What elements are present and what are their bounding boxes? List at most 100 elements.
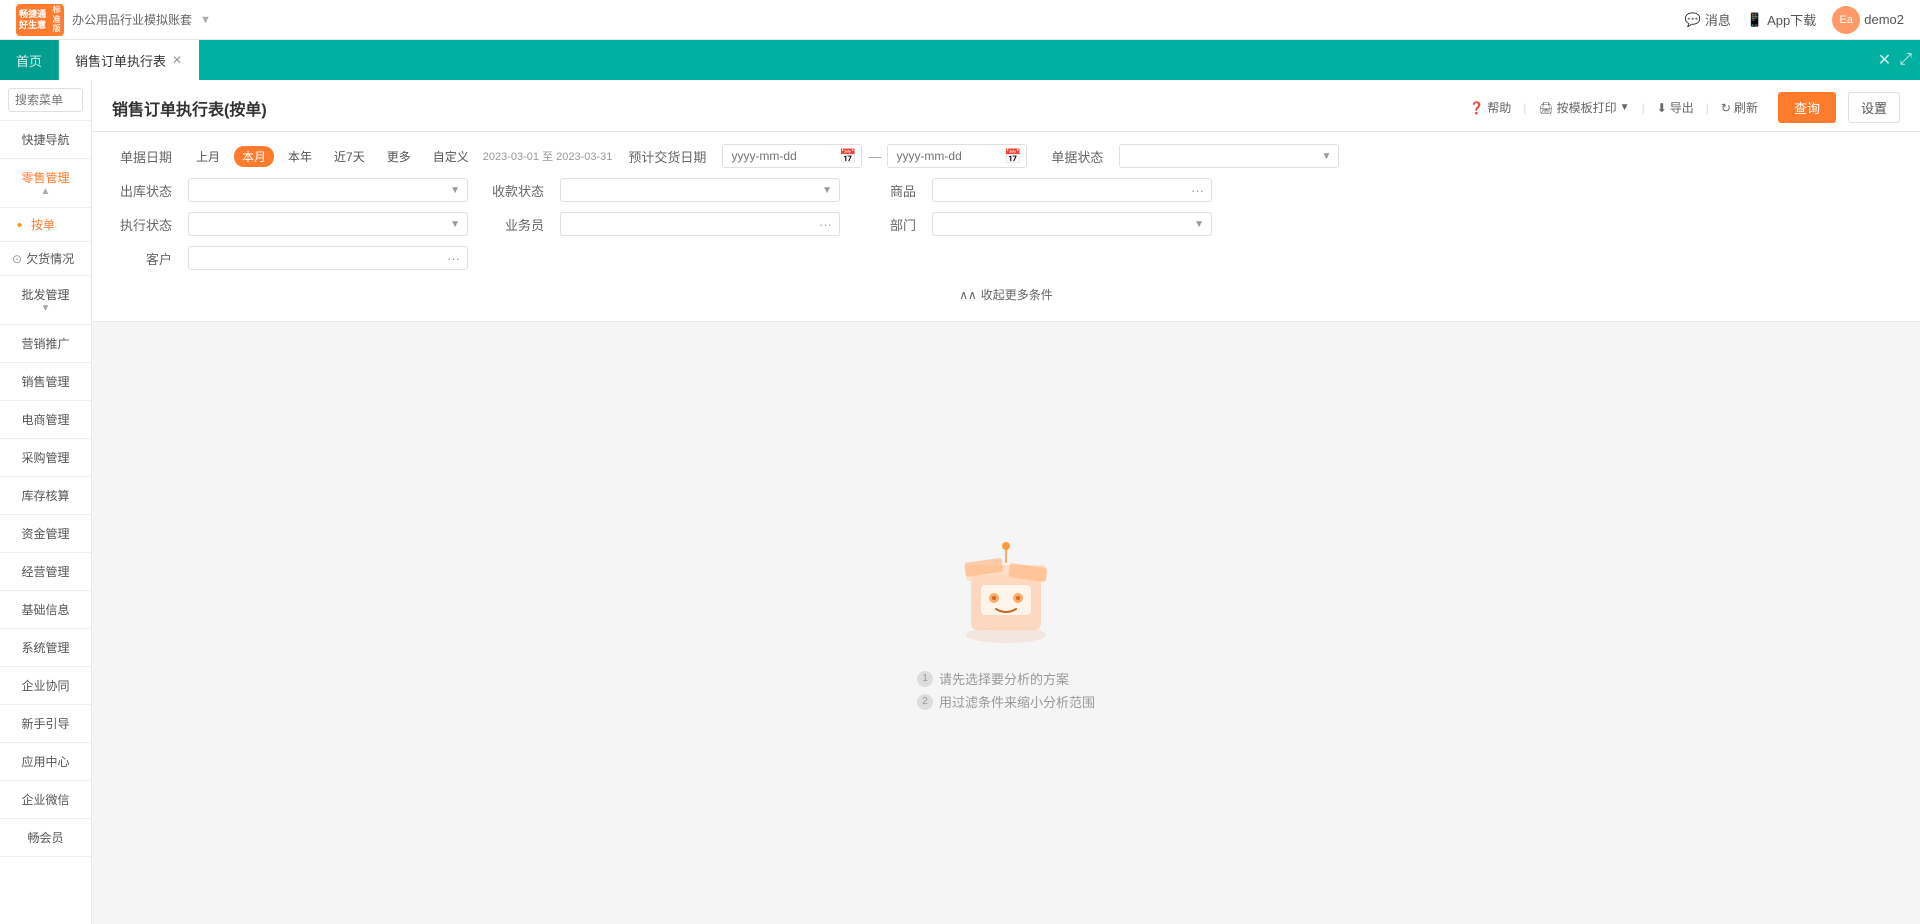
dept-field[interactable]: ▼ <box>932 212 1212 236</box>
empty-tip-2: 2 用过滤条件来缩小分析范围 <box>917 692 1095 711</box>
message-btn[interactable]: 💬 消息 <box>1685 10 1731 29</box>
sidebar-item-ecommerce[interactable]: 电商管理 <box>0 401 91 439</box>
expected-date-group: 📅 — 📅 <box>722 144 1027 168</box>
payment-status-label: 收款状态 <box>484 181 544 200</box>
sidebar-sub-item-by-order[interactable]: 🔸 按单 <box>0 208 91 242</box>
exec-status-field[interactable]: ▼ <box>188 212 468 236</box>
order-status-input[interactable] <box>1119 144 1339 168</box>
app-logo: 畅捷通好生意 标准版 <box>16 4 64 36</box>
calendar-icon-end[interactable]: 📅 <box>1004 148 1021 165</box>
goods-dots-icon[interactable]: ··· <box>1191 183 1204 198</box>
tab-close-icon[interactable]: ✕ <box>172 53 182 67</box>
sidebar-item-retail-mgmt[interactable]: 零售管理 ▲ <box>0 159 91 208</box>
export-icon: ⬇ <box>1657 101 1667 115</box>
delivery-status-label: 出库状态 <box>112 181 172 200</box>
window-expand-btn[interactable]: ⤢ <box>1899 51 1912 69</box>
tab-bar: 首页 销售订单执行表 ✕ ✕ ⤢ <box>0 40 1920 80</box>
customer-input[interactable] <box>188 246 468 270</box>
top-header: 畅捷通好生意 标准版 办公用品行业模拟账套 ▼ 💬 消息 📱 App下载 Ea … <box>0 0 1920 40</box>
filter-panel: 单据日期 上月 本月 本年 近7天 更多 自定义 2023-03-01 至 20… <box>92 132 1920 322</box>
print-btn[interactable]: 🖨 按模板打印 ▼ <box>1538 99 1629 116</box>
delivery-status-input[interactable] <box>188 178 468 202</box>
sidebar-item-basic-info[interactable]: 基础信息 <box>0 591 91 629</box>
header-right: 💬 消息 📱 App下载 Ea demo2 <box>1685 6 1904 34</box>
settings-button[interactable]: 设置 <box>1848 92 1900 123</box>
date-btn-custom[interactable]: 自定义 <box>425 146 477 167</box>
date-start-field: 📅 <box>722 144 862 168</box>
avatar: Ea <box>1832 6 1860 34</box>
tab-home[interactable]: 首页 <box>0 40 59 80</box>
refresh-btn[interactable]: ↻ 刷新 <box>1721 99 1758 116</box>
payment-status-field[interactable]: ▼ <box>560 178 840 202</box>
sidebar-item-app-center[interactable]: 应用中心 <box>0 743 91 781</box>
tab-bar-actions: ✕ ⤢ <box>1878 50 1920 70</box>
mobile-icon: 📱 <box>1747 12 1763 28</box>
sidebar-item-finance[interactable]: 资金管理 <box>0 515 91 553</box>
empty-illustration <box>946 535 1066 645</box>
window-close-btn[interactable]: ✕ <box>1878 50 1891 70</box>
date-filter: 上月 本月 本年 近7天 更多 自定义 2023-03-01 至 2023-03… <box>188 146 612 167</box>
tab-sales-order-list[interactable]: 销售订单执行表 ✕ <box>59 40 199 80</box>
message-icon: 💬 <box>1685 12 1701 28</box>
breadcrumb-arrow[interactable]: ▼ <box>200 14 211 26</box>
help-btn[interactable]: ❓ 帮助 <box>1469 99 1511 116</box>
customer-dots-icon[interactable]: ··· <box>447 251 460 266</box>
dept-input[interactable] <box>932 212 1212 236</box>
order-status-label: 单据状态 <box>1043 147 1103 166</box>
calendar-icon-start[interactable]: 📅 <box>839 148 856 165</box>
date-btn-this-month[interactable]: 本月 <box>234 146 274 167</box>
expected-date-label: 预计交货日期 <box>628 147 706 166</box>
sidebar-item-purchase[interactable]: 采购管理 <box>0 439 91 477</box>
order-status-field[interactable]: ▼ <box>1119 144 1339 168</box>
salesman-field[interactable]: ··· <box>560 212 840 236</box>
exec-status-input[interactable] <box>188 212 468 236</box>
export-btn[interactable]: ⬇ 导出 <box>1657 99 1694 116</box>
user-avatar[interactable]: Ea demo2 <box>1832 6 1904 34</box>
sidebar-item-member[interactable]: 畅会员 <box>0 819 91 857</box>
filter-row-1: 单据日期 上月 本月 本年 近7天 更多 自定义 2023-03-01 至 20… <box>112 144 1900 168</box>
header-left: 畅捷通好生意 标准版 办公用品行业模拟账套 ▼ <box>16 4 211 36</box>
sidebar-item-wholesale-mgmt[interactable]: 批发管理 ▼ <box>0 276 91 325</box>
dept-label: 部门 <box>856 215 916 234</box>
sidebar-item-marketing[interactable]: 营销推广 <box>0 325 91 363</box>
empty-state: 1 请先选择要分析的方案 2 用过滤条件来缩小分析范围 <box>92 322 1920 924</box>
salesman-input[interactable] <box>560 212 840 236</box>
goods-field[interactable]: ··· <box>932 178 1212 202</box>
sidebar-item-sales-mgmt[interactable]: 销售管理 <box>0 363 91 401</box>
search-input[interactable] <box>8 88 83 112</box>
payment-status-input[interactable] <box>560 178 840 202</box>
sidebar-item-ops[interactable]: 经营管理 <box>0 553 91 591</box>
customer-label: 客户 <box>112 249 172 268</box>
print-icon: 🖨 <box>1538 101 1553 115</box>
sidebar-item-system[interactable]: 系统管理 <box>0 629 91 667</box>
sidebar-item-inventory[interactable]: 库存核算 <box>0 477 91 515</box>
date-btn-7days[interactable]: 近7天 <box>326 146 373 167</box>
date-btn-last-month[interactable]: 上月 <box>188 146 228 167</box>
customer-field[interactable]: ··· <box>188 246 468 270</box>
date-range-text: 2023-03-01 至 2023-03-31 <box>483 148 613 164</box>
sidebar-sub-item-credit[interactable]: ⊙ 欠货情况 <box>0 242 91 276</box>
collapse-conditions-btn[interactable]: ∧∧ 收起更多条件 <box>112 280 1900 309</box>
filter-row-2: 出库状态 ▼ 收款状态 ▼ 商品 ··· <box>112 178 1900 202</box>
sidebar-item-enterprise-wechat[interactable]: 企业微信 <box>0 781 91 819</box>
date-btn-this-year[interactable]: 本年 <box>280 146 320 167</box>
page-title: 销售订单执行表(按单) <box>112 96 267 120</box>
refresh-icon: ↻ <box>1721 101 1731 115</box>
delivery-status-field[interactable]: ▼ <box>188 178 468 202</box>
goods-input[interactable] <box>932 178 1212 202</box>
sub-item-label: 按单 <box>31 216 55 233</box>
date-btn-more[interactable]: 更多 <box>379 146 419 167</box>
collapse-arrow-icon: ∧∧ <box>959 288 977 302</box>
empty-tip-1: 1 请先选择要分析的方案 <box>917 669 1095 688</box>
content-area: 销售订单执行表(按单) ❓ 帮助 | 🖨 按模板打印 ▼ | ⬇ 导出 | <box>92 80 1920 924</box>
salesman-label: 业务员 <box>484 215 544 234</box>
sidebar-item-enterprise-collab[interactable]: 企业协同 <box>0 667 91 705</box>
sub-item-label: 欠货情况 <box>26 250 74 267</box>
sidebar-item-quick-nav[interactable]: 快捷导航 <box>0 121 91 159</box>
salesman-dots-icon[interactable]: ··· <box>819 217 832 232</box>
search-button[interactable]: 查询 <box>1778 92 1836 123</box>
date-label: 单据日期 <box>112 147 172 166</box>
print-dropdown-icon: ▼ <box>1620 102 1630 113</box>
app-download-btn[interactable]: 📱 App下载 <box>1747 10 1816 29</box>
sidebar-item-new-guide[interactable]: 新手引导 <box>0 705 91 743</box>
